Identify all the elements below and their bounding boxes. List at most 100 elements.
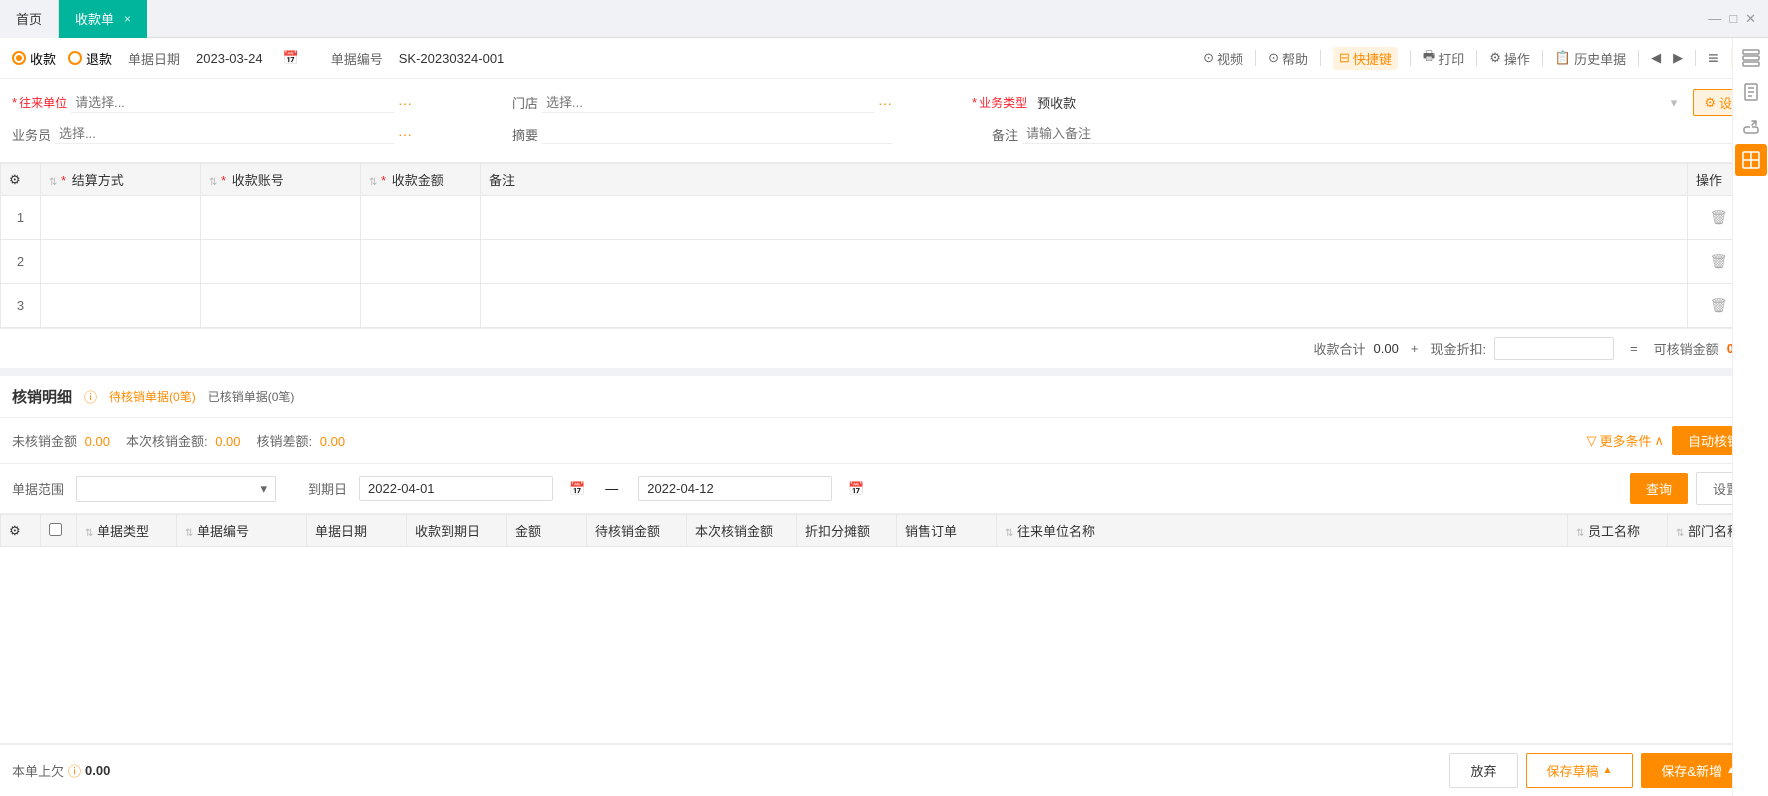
tab-home-label: 首页 bbox=[16, 9, 42, 28]
maximize-icon[interactable]: □ bbox=[1729, 11, 1737, 26]
verification-info-icon[interactable]: ⓘ bbox=[84, 387, 97, 406]
counterparty-input[interactable] bbox=[71, 93, 394, 113]
save-draft-caret[interactable]: ▲ bbox=[1603, 765, 1613, 776]
filter-icon: ▽ bbox=[1586, 433, 1596, 449]
shortcut-btn[interactable]: ⊟ 快捷键 bbox=[1333, 47, 1398, 70]
sort-icon-settlement[interactable]: ⇅ bbox=[49, 177, 57, 188]
discount-input[interactable] bbox=[1494, 337, 1614, 360]
discard-btn[interactable]: 放弃 bbox=[1449, 753, 1517, 788]
tab-home[interactable]: 首页 bbox=[0, 0, 59, 38]
print-label: 打印 bbox=[1438, 49, 1464, 68]
date-to-input[interactable] bbox=[638, 476, 832, 501]
completed-tab[interactable]: 已核销单据(0笔) bbox=[208, 388, 295, 405]
col-settings-header[interactable]: ⚙ bbox=[1, 164, 41, 196]
row2-delete-icon[interactable]: 🗑 bbox=[1710, 253, 1728, 270]
radio-refund[interactable]: 退款 bbox=[68, 49, 112, 68]
pending-label: 待核销金额 bbox=[595, 524, 660, 539]
unverified-label: 未核销金额 bbox=[12, 434, 77, 449]
store-input[interactable] bbox=[542, 93, 874, 113]
detail-settings-icon[interactable]: ⚙ bbox=[9, 523, 21, 538]
diff-value: 0.00 bbox=[320, 434, 345, 449]
list-view-btn[interactable]: ≡ bbox=[1708, 48, 1719, 69]
sort-icon-account[interactable]: ⇅ bbox=[209, 177, 217, 188]
detail-col-staff: ⇅ 员工名称 bbox=[1568, 515, 1668, 547]
chevron-up-icon: ∧ bbox=[1654, 433, 1664, 449]
sidebar-table-icon[interactable] bbox=[1735, 42, 1767, 74]
history-btn[interactable]: 📋 历史单据 bbox=[1555, 49, 1626, 68]
business-type-dropdown[interactable]: ▾ bbox=[1671, 95, 1678, 111]
calendar-to-icon[interactable]: 📅 bbox=[848, 481, 864, 497]
settings-icon[interactable]: ⚙ bbox=[9, 172, 21, 187]
row1-note[interactable] bbox=[481, 196, 1688, 240]
note-input[interactable] bbox=[1022, 124, 1756, 144]
bottom-stat: 本单上欠 ⓘ 0.00 bbox=[12, 761, 110, 780]
row1-account[interactable] bbox=[201, 196, 361, 240]
detail-table: ⚙ ⇅ 单据类型 ⇅ 单据编号 单据日期 bbox=[0, 514, 1768, 547]
pending-tab[interactable]: 待核销单据(0笔) bbox=[109, 388, 196, 405]
save-draft-btn[interactable]: 保存草稿 ▲ bbox=[1526, 753, 1634, 788]
row1-delete-icon[interactable]: 🗑 bbox=[1710, 209, 1728, 226]
counterparty-more-icon[interactable]: ··· bbox=[398, 95, 412, 111]
help-btn[interactable]: ⊙ 帮助 bbox=[1268, 49, 1308, 68]
date-label: 到期日 bbox=[308, 479, 347, 498]
sidebar-expand-icon[interactable] bbox=[1735, 144, 1767, 176]
row3-note[interactable] bbox=[481, 284, 1688, 328]
date-from-input[interactable] bbox=[359, 476, 553, 501]
sort-counterparty[interactable]: ⇅ bbox=[1005, 528, 1013, 539]
minimize-icon[interactable]: — bbox=[1708, 11, 1721, 26]
row3-account[interactable] bbox=[201, 284, 361, 328]
row2-amount[interactable] bbox=[361, 240, 481, 284]
detail-col-settings[interactable]: ⚙ bbox=[1, 515, 41, 547]
stat-info-icon[interactable]: ⓘ bbox=[68, 761, 81, 780]
unverified-value: 0.00 bbox=[85, 434, 110, 449]
store-more-icon[interactable]: ··· bbox=[878, 95, 892, 111]
calendar-from-icon[interactable]: 📅 bbox=[569, 481, 585, 497]
form-row-1: * 往来单位 ··· 门店 ··· * 业务类型 预收款 ▾ ⚙ 设置 bbox=[12, 89, 1756, 116]
row2-account[interactable] bbox=[201, 240, 361, 284]
detail-select-all[interactable] bbox=[49, 523, 62, 536]
sidebar-doc-icon[interactable] bbox=[1735, 76, 1767, 108]
tab-close-icon[interactable]: × bbox=[124, 12, 131, 26]
divider3 bbox=[1410, 50, 1411, 66]
query-btn[interactable]: 查询 bbox=[1630, 473, 1688, 504]
print-icon: 🖶 bbox=[1423, 47, 1435, 69]
row2-note[interactable] bbox=[481, 240, 1688, 284]
date-picker-icon[interactable]: 📅 bbox=[283, 50, 299, 66]
staff-more-icon[interactable]: ··· bbox=[398, 126, 412, 142]
sort-doc-type[interactable]: ⇅ bbox=[85, 528, 93, 539]
divider2 bbox=[1320, 50, 1321, 66]
sort-icon-amount[interactable]: ⇅ bbox=[369, 177, 377, 188]
discount-label: 折扣分摊额 bbox=[805, 524, 870, 539]
range-select[interactable]: ▾ bbox=[76, 476, 276, 502]
right-sidebar bbox=[1732, 38, 1768, 796]
note-label: 备注 bbox=[992, 125, 1018, 144]
row3-amount[interactable] bbox=[361, 284, 481, 328]
row1-amount[interactable] bbox=[361, 196, 481, 240]
sort-staff[interactable]: ⇅ bbox=[1576, 528, 1584, 539]
row1-settlement[interactable] bbox=[41, 196, 201, 240]
col-settlement-header: ⇅ * 结算方式 bbox=[41, 164, 201, 196]
summary-input[interactable] bbox=[542, 124, 892, 144]
sort-dept[interactable]: ⇅ bbox=[1676, 528, 1684, 539]
operations-btn[interactable]: ⚙ 操作 bbox=[1489, 49, 1530, 68]
more-conditions-btn[interactable]: ▽ 更多条件 ∧ bbox=[1586, 431, 1664, 450]
tab-receipt[interactable]: 收款单 × bbox=[59, 0, 147, 38]
video-btn[interactable]: ⊙ 视频 bbox=[1203, 49, 1243, 68]
detail-header-row: ⚙ ⇅ 单据类型 ⇅ 单据编号 单据日期 bbox=[1, 515, 1768, 547]
print-btn[interactable]: 🖶 打印 bbox=[1423, 47, 1464, 69]
row3-delete-icon[interactable]: 🗑 bbox=[1710, 297, 1728, 314]
row2-settlement[interactable] bbox=[41, 240, 201, 284]
sidebar-link-icon[interactable] bbox=[1735, 110, 1767, 142]
radio-receipt[interactable]: 收款 bbox=[12, 49, 56, 68]
close-icon[interactable]: ✕ bbox=[1745, 11, 1756, 27]
note-field: 备注 bbox=[972, 124, 1756, 144]
row3-settlement[interactable] bbox=[41, 284, 201, 328]
detail-col-counterparty: ⇅ 往来单位名称 bbox=[997, 515, 1568, 547]
plus-sign: + bbox=[1411, 341, 1419, 356]
current-value: 0.00 bbox=[215, 434, 240, 449]
nav-right-btn[interactable]: ▶ bbox=[1673, 50, 1683, 66]
staff-input[interactable] bbox=[55, 124, 394, 144]
sort-doc-num[interactable]: ⇅ bbox=[185, 528, 193, 539]
nav-left-btn[interactable]: ◀ bbox=[1651, 50, 1661, 66]
col-account-label: 收款账号 bbox=[232, 173, 284, 188]
